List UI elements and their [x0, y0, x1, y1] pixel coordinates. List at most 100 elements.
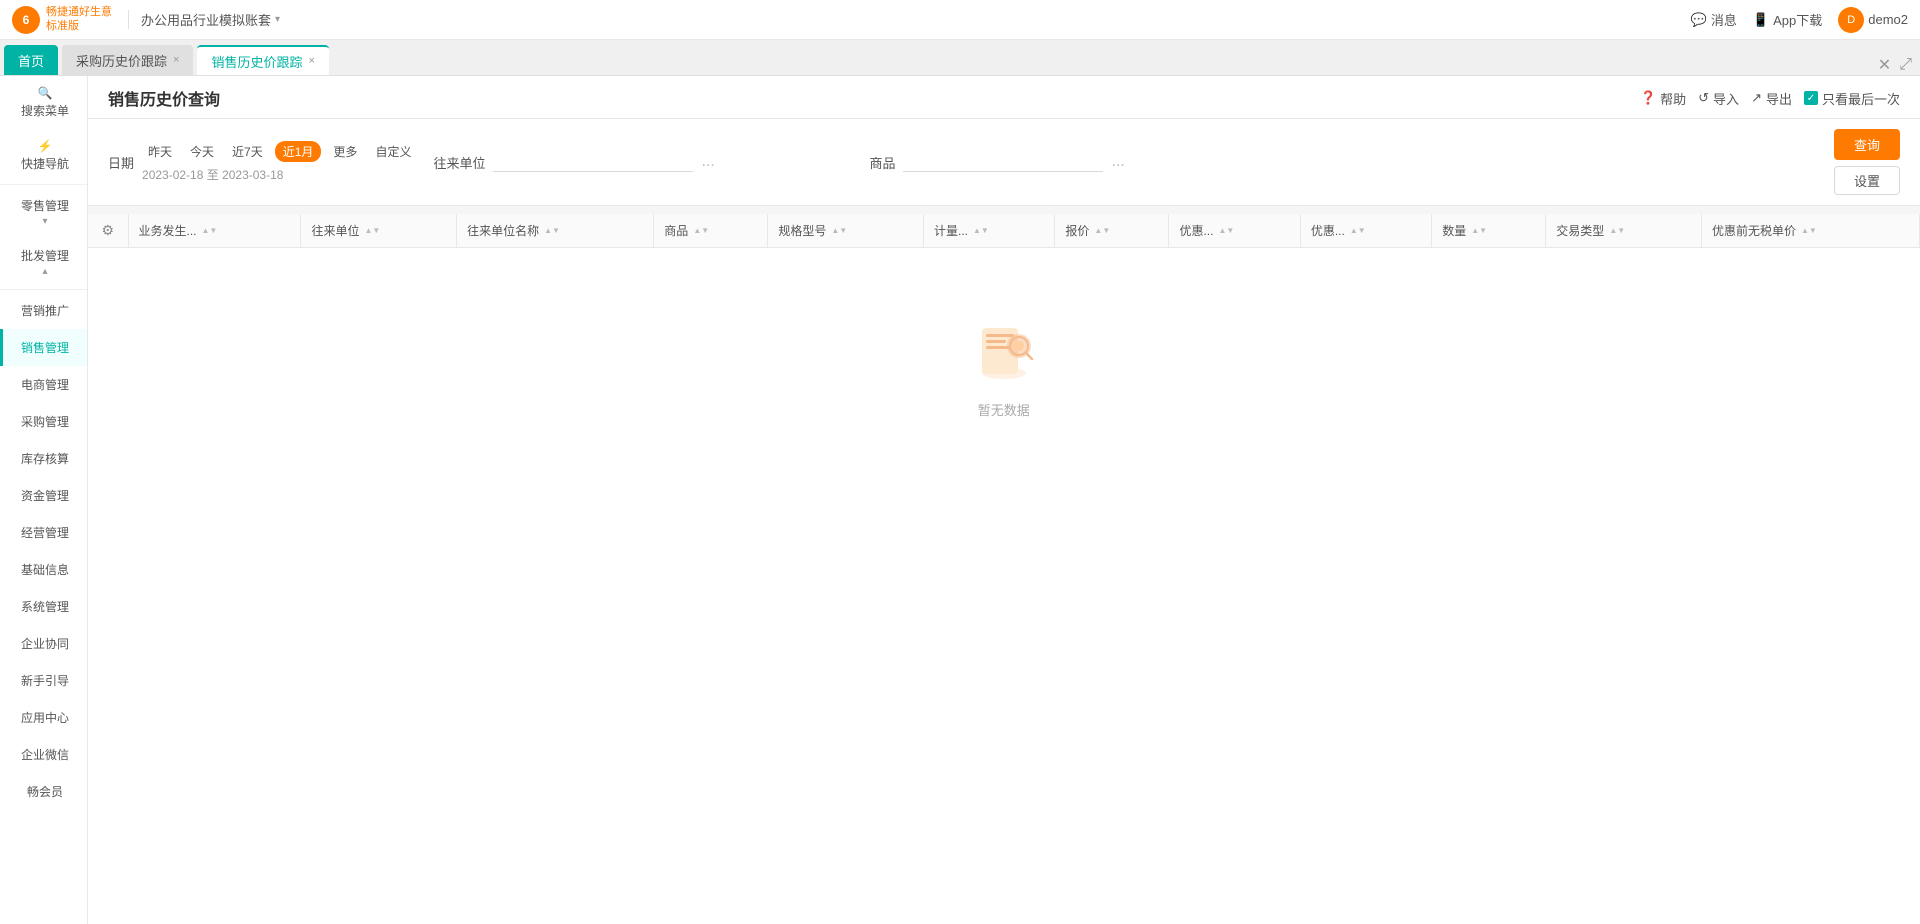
maximize-icon[interactable]: ⤢	[1899, 56, 1912, 74]
export-button[interactable]: ↗ 导出	[1751, 89, 1792, 108]
logo-area: 6 畅捷通好生意 标准版	[12, 6, 112, 34]
avatar: D	[1838, 7, 1864, 33]
sidebar-item-sales[interactable]: 销售管理	[0, 329, 87, 366]
table-header: ⚙ 业务发生... ▲▼ 往来单位 ▲▼	[88, 214, 1920, 248]
sort-arrows-trade-type: ▲▼	[1609, 226, 1625, 235]
only-last-wrapper[interactable]: ✓ 只看最后一次	[1804, 89, 1900, 108]
message-button[interactable]: 💬 消息	[1691, 10, 1737, 29]
import-button[interactable]: ↺ 导入	[1698, 89, 1739, 108]
setting-button[interactable]: 设置	[1834, 166, 1900, 195]
sidebar-item-operations[interactable]: 经营管理	[0, 514, 87, 551]
sidebar-item-inventory[interactable]: 库存核算	[0, 440, 87, 477]
close-all-icon[interactable]: ✕	[1878, 55, 1891, 75]
sidebar-item-wechat[interactable]: 企业微信	[0, 736, 87, 773]
tab-sales-close-icon[interactable]: ×	[308, 55, 314, 67]
sidebar-item-marketing[interactable]: 营销推广	[0, 292, 87, 329]
tab-purchase-history[interactable]: 采购历史价跟踪 ×	[62, 45, 193, 75]
date-buttons: 昨天 今天 近7天 近1月 更多 自定义	[142, 141, 417, 162]
product-dots[interactable]: ...	[1111, 153, 1124, 171]
app-download-button[interactable]: 📱 App下载	[1753, 10, 1822, 29]
sort-arrows-partner-code: ▲▼	[364, 226, 380, 235]
page-header: 销售历史价查询 ❓ 帮助 ↺ 导入 ↗ 导出 ✓ 只看最后一次	[88, 76, 1920, 119]
sidebar-item-quick-nav[interactable]: ⚡ 快捷导航	[0, 129, 87, 182]
only-last-checkbox[interactable]: ✓	[1804, 91, 1818, 105]
th-quantity[interactable]: 数量 ▲▼	[1432, 214, 1546, 248]
th-product[interactable]: 商品 ▲▼	[654, 214, 768, 248]
tab-sales-history[interactable]: 销售历史价跟踪 ×	[197, 45, 328, 75]
th-biz-date[interactable]: 业务发生... ▲▼	[128, 214, 301, 248]
product-filter-group: 商品 ...	[869, 152, 1289, 172]
search-icon: 🔍	[38, 86, 53, 100]
th-pretax-price[interactable]: 优惠前无税单价 ▲▼	[1701, 214, 1919, 248]
th-spec[interactable]: 规格型号 ▲▼	[768, 214, 924, 248]
tabbar: 首页 采购历史价跟踪 × 销售历史价跟踪 × ✕ ⤢	[0, 40, 1920, 76]
sidebar-item-member[interactable]: 畅会员	[0, 773, 87, 810]
page-header-actions: ❓ 帮助 ↺ 导入 ↗ 导出 ✓ 只看最后一次	[1640, 89, 1900, 108]
sidebar-divider-2	[0, 289, 87, 290]
th-discount1[interactable]: 优惠... ▲▼	[1169, 214, 1300, 248]
topbar-left: 6 畅捷通好生意 标准版 办公用品行业模拟账套 ▾	[12, 6, 280, 34]
tabbar-right: ✕ ⤢	[1878, 55, 1920, 75]
workspace-selector[interactable]: 办公用品行业模拟账套 ▾	[128, 10, 280, 29]
sort-arrows-discount1: ▲▼	[1218, 226, 1234, 235]
date-range-text: 2023-02-18 至 2023-03-18	[142, 166, 417, 183]
th-gear[interactable]: ⚙	[88, 214, 128, 248]
tab-home[interactable]: 首页	[4, 45, 58, 75]
sidebar-item-enterprise[interactable]: 企业协同	[0, 625, 87, 662]
help-button[interactable]: ❓ 帮助	[1640, 89, 1686, 108]
import-icon: ↺	[1698, 90, 1709, 106]
date-label: 日期	[108, 153, 134, 172]
sidebar-item-appstore[interactable]: 应用中心	[0, 699, 87, 736]
sidebar-item-finance[interactable]: 资金管理	[0, 477, 87, 514]
gear-icon[interactable]: ⚙	[101, 222, 114, 238]
query-button[interactable]: 查询	[1834, 129, 1900, 160]
partner-input[interactable]	[493, 152, 693, 172]
data-table: ⚙ 业务发生... ▲▼ 往来单位 ▲▼	[88, 214, 1920, 479]
sort-arrows-discount2: ▲▼	[1350, 226, 1366, 235]
sidebar-item-basic[interactable]: 基础信息	[0, 551, 87, 588]
download-icon: 📱	[1753, 12, 1769, 28]
sort-arrows-biz-date: ▲▼	[202, 226, 218, 235]
th-trade-type[interactable]: 交易类型 ▲▼	[1546, 214, 1702, 248]
empty-icon	[964, 308, 1044, 388]
partner-dots[interactable]: ...	[701, 153, 714, 171]
date-btn-more[interactable]: 更多	[327, 141, 363, 162]
sidebar-item-purchase[interactable]: 采购管理	[0, 403, 87, 440]
product-input[interactable]	[903, 152, 1103, 172]
th-discount2[interactable]: 优惠... ▲▼	[1300, 214, 1431, 248]
sidebar-item-search[interactable]: 🔍 搜索菜单	[0, 76, 87, 129]
sidebar-item-system[interactable]: 系统管理	[0, 588, 87, 625]
table-header-row: ⚙ 业务发生... ▲▼ 往来单位 ▲▼	[88, 214, 1920, 248]
main-container: 🔍 搜索菜单 ⚡ 快捷导航 零售管理 ▾ 批发管理 ▴ 营销推广 销售管理 电商…	[0, 76, 1920, 924]
sort-arrows-unit: ▲▼	[973, 226, 989, 235]
sidebar-divider-1	[0, 184, 87, 185]
empty-text: 暂无数据	[978, 400, 1030, 419]
export-icon: ↗	[1751, 90, 1762, 106]
logo-icon: 6	[12, 6, 40, 34]
date-btn-today[interactable]: 今天	[184, 141, 220, 162]
filter-action-buttons: 查询 设置	[1834, 129, 1900, 195]
user-menu[interactable]: D demo2	[1838, 7, 1908, 33]
message-icon: 💬	[1691, 12, 1707, 28]
table-area: ⚙ 业务发生... ▲▼ 往来单位 ▲▼	[88, 214, 1920, 924]
th-unit[interactable]: 计量... ▲▼	[924, 214, 1055, 248]
date-btn-1month[interactable]: 近1月	[275, 141, 322, 162]
th-partner-code[interactable]: 往来单位 ▲▼	[301, 214, 457, 248]
sort-arrows-pretax-price: ▲▼	[1801, 226, 1817, 235]
th-partner-name[interactable]: 往来单位名称 ▲▼	[457, 214, 654, 248]
sort-arrows-product: ▲▼	[693, 226, 709, 235]
filter-row: 日期 昨天 今天 近7天 近1月 更多 自定义 2023-02-18 至 202…	[108, 129, 1900, 195]
sidebar-item-ecommerce[interactable]: 电商管理	[0, 366, 87, 403]
sort-arrows-spec: ▲▼	[831, 226, 847, 235]
th-quote[interactable]: 报价 ▲▼	[1055, 214, 1169, 248]
content-area: 销售历史价查询 ❓ 帮助 ↺ 导入 ↗ 导出 ✓ 只看最后一次	[88, 76, 1920, 924]
date-btn-yesterday[interactable]: 昨天	[142, 141, 178, 162]
date-filter-group: 日期 昨天 今天 近7天 近1月 更多 自定义 2023-02-18 至 202…	[108, 141, 417, 183]
sidebar-item-retail[interactable]: 零售管理 ▾	[0, 187, 87, 237]
sidebar-item-guide[interactable]: 新手引导	[0, 662, 87, 699]
date-btn-7days[interactable]: 近7天	[226, 141, 269, 162]
date-btn-custom[interactable]: 自定义	[369, 141, 417, 162]
tab-purchase-close-icon[interactable]: ×	[173, 54, 179, 66]
sort-arrows-partner-name: ▲▼	[544, 226, 560, 235]
sidebar-item-wholesale[interactable]: 批发管理 ▴	[0, 237, 87, 287]
